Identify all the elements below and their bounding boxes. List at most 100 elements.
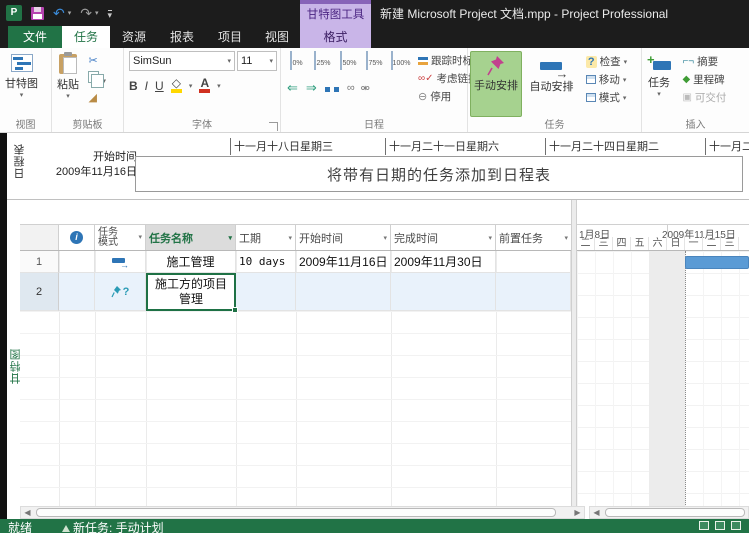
split-task-icon[interactable] (325, 79, 339, 97)
fill-handle[interactable] (232, 307, 238, 313)
percent-75-button[interactable]: 75% (363, 52, 386, 70)
scrollbar-thumb[interactable] (36, 508, 556, 517)
predecessors-cell[interactable] (496, 273, 571, 311)
redo-icon[interactable]: ↷ (80, 6, 92, 20)
tab-file[interactable]: 文件 (8, 26, 62, 48)
bold-button[interactable]: B (129, 79, 138, 93)
duration-cell[interactable]: 10 days (236, 251, 296, 273)
tab-format[interactable]: 格式 (300, 26, 371, 48)
project-logo-icon[interactable]: P (6, 5, 22, 21)
project-start-line (685, 251, 686, 506)
percent-50-button[interactable]: 50% (337, 52, 360, 70)
task-name-cell[interactable]: 施工管理 (146, 251, 236, 273)
timeline-band[interactable]: 将带有日期的任务添加到日程表 (135, 156, 743, 192)
underline-button[interactable]: U (155, 79, 164, 93)
column-header-duration[interactable]: 工期▾ (236, 225, 296, 250)
row-number-cell[interactable]: 1 (20, 251, 59, 273)
font-name-combo[interactable]: SimSun▾ (129, 51, 235, 71)
highlight-dropdown-icon[interactable]: ▾ (189, 82, 193, 90)
duration-cell[interactable] (236, 273, 296, 311)
tab-task[interactable]: 任务 (62, 26, 110, 48)
predecessors-cell[interactable] (496, 251, 571, 273)
timeline-tick-3: 十一月二十四日星期二 (545, 138, 659, 155)
format-painter-icon[interactable]: ◢ (86, 92, 108, 104)
view-shortcut-icon[interactable] (699, 521, 709, 530)
save-icon[interactable] (31, 7, 44, 20)
insert-summary-button[interactable]: ⌐¬摘要 (682, 54, 726, 69)
window-title: 新建 Microsoft Project 文档.mpp - Project Pr… (380, 0, 668, 26)
scroll-left-icon[interactable]: ◀ (21, 507, 34, 518)
italic-button[interactable]: I (145, 79, 148, 93)
inspect-button[interactable]: ?检查▾ (586, 54, 627, 69)
outdent-task-icon[interactable]: ⇐ (287, 82, 298, 94)
column-header-task-name[interactable]: 任务名称▾ (146, 225, 236, 250)
start-cell[interactable]: 2009年11月16日 (296, 251, 391, 273)
customize-qat-icon[interactable]: ▾ (108, 10, 113, 19)
tab-resource[interactable]: 资源 (110, 26, 158, 48)
font-size-combo[interactable]: 11▾ (237, 51, 277, 71)
percent-100-button[interactable]: 100% (389, 52, 412, 70)
link-tasks-icon[interactable]: ∞ (347, 82, 353, 94)
font-dialog-launcher-icon[interactable] (269, 122, 278, 131)
inactivate-label: 停用 (430, 89, 451, 104)
insert-milestone-button[interactable]: ◆里程碑 (682, 72, 726, 87)
column-header-start[interactable]: 开始时间▾ (296, 225, 391, 250)
paste-button[interactable]: 粘贴 ▾ (54, 51, 82, 117)
new-task-pin-icon (62, 525, 70, 532)
start-cell[interactable] (296, 273, 391, 311)
undo-icon[interactable]: ↶ (53, 6, 65, 20)
mode-button[interactable]: 模式▾ (586, 90, 627, 105)
gantt-task-bar[interactable] (685, 256, 749, 269)
gantt-view-button[interactable]: 甘特图 ▾ (2, 51, 41, 117)
timeline-start-label: 开始时间 (37, 150, 137, 165)
row-number-cell[interactable]: 2 (20, 273, 59, 311)
font-color-icon[interactable]: A (199, 78, 210, 93)
task-mode-auto-icon: → (112, 257, 128, 267)
finish-cell[interactable] (391, 273, 496, 311)
info-column-header[interactable]: i (59, 225, 95, 250)
font-color-dropdown-icon[interactable]: ▾ (217, 82, 221, 90)
day-cell: 三 (595, 237, 613, 250)
scroll-left-icon[interactable]: ◀ (590, 507, 603, 518)
scroll-right-icon[interactable]: ▶ (571, 507, 584, 518)
info-cell[interactable] (59, 273, 95, 311)
column-header-task-mode[interactable]: 任务模式▾ (95, 225, 146, 250)
manually-schedule-button[interactable]: 手动安排 (470, 51, 522, 117)
highlight-color-icon[interactable]: ◇ (171, 78, 182, 93)
view-shortcut-icon[interactable] (715, 521, 725, 530)
percent-0-button[interactable]: 0% (285, 52, 308, 70)
insert-deliverable-button[interactable]: ▣可交付 (682, 90, 726, 105)
status-new-task-mode[interactable]: 新任务: 手动计划 (62, 520, 164, 533)
chart-horizontal-scrollbar[interactable]: ◀ (589, 506, 749, 519)
scrollbar-thumb[interactable] (605, 508, 745, 517)
move-button[interactable]: 移动▾ (586, 72, 627, 87)
auto-schedule-button[interactable]: 自动安排 (526, 51, 576, 117)
chart-body[interactable] (577, 251, 749, 506)
finish-cell[interactable]: 2009年11月30日 (391, 251, 496, 273)
column-header-finish[interactable]: 完成时间▾ (391, 225, 496, 250)
ribbon-tab-bar: 文件 任务 资源 报表 项目 视图 格式 (0, 26, 749, 48)
copy-button[interactable]: ▾ (86, 71, 108, 88)
table-horizontal-scrollbar[interactable]: ◀ ▶ (20, 506, 585, 519)
finish-header-label: 完成时间 (394, 230, 438, 246)
info-cell[interactable] (59, 251, 95, 273)
view-shortcut-icon[interactable] (731, 521, 741, 530)
redo-dropdown-icon[interactable]: ▾ (95, 9, 99, 17)
tab-project[interactable]: 项目 (206, 26, 254, 48)
column-header-predecessors[interactable]: 前置任务▾ (496, 225, 571, 250)
percent-25-button[interactable]: 25% (311, 52, 334, 70)
timeline-pane[interactable]: 日程表 开始时间 2009年11月16日 十一月十八日星期三 十一月二十一日星期… (7, 135, 749, 197)
tab-view[interactable]: 视图 (254, 26, 300, 48)
unlink-tasks-icon[interactable]: ⚮ (361, 82, 368, 95)
insert-task-button[interactable]: + 任务 ▾ (644, 51, 674, 117)
indent-task-icon[interactable]: ⇒ (306, 82, 317, 94)
clipboard-mini-buttons: ✂ ▾ ◢ (86, 51, 108, 104)
task-name-edit-cell[interactable]: 施工方的项目管理 (146, 273, 236, 311)
cut-icon[interactable]: ✂ (86, 55, 108, 67)
corner-header-cell[interactable] (20, 225, 59, 250)
window-edge-strip (0, 133, 7, 519)
task-mode-cell[interactable]: → (95, 251, 146, 273)
tab-report[interactable]: 报表 (158, 26, 206, 48)
undo-dropdown-icon[interactable]: ▾ (68, 9, 72, 17)
task-mode-cell[interactable]: ? (95, 273, 146, 311)
